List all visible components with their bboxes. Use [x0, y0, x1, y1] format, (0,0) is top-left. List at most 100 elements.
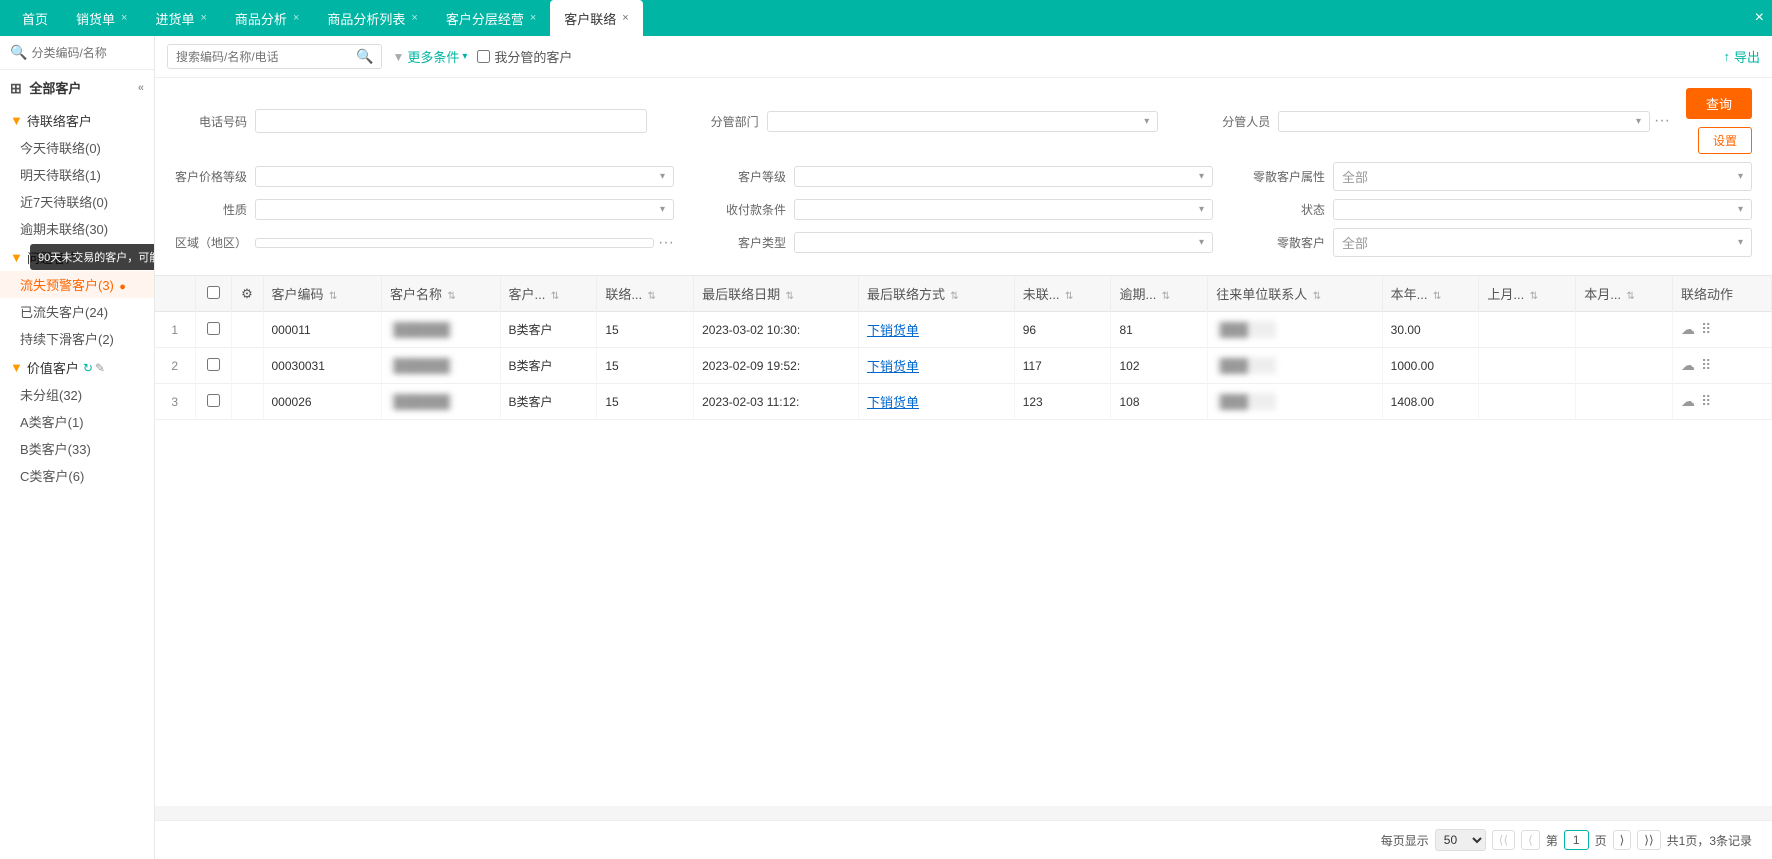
th-this-month[interactable]: 本月... ⇅ — [1576, 276, 1673, 312]
tab-close-product-list[interactable]: × — [411, 12, 417, 24]
per-page-select[interactable]: 50 100 200 — [1435, 829, 1486, 851]
refresh-icon[interactable]: ↻ — [83, 361, 93, 375]
next-page-btn[interactable]: ⟩ — [1613, 830, 1632, 850]
phone-input[interactable] — [255, 109, 647, 133]
filter-search-box: 🔍 — [167, 44, 382, 69]
th-overdue[interactable]: 逾期... ⇅ — [1111, 276, 1208, 312]
window-close-btn[interactable]: × — [1755, 9, 1764, 27]
action-icons-2: ☁ ⠿ — [1681, 357, 1763, 374]
zero-cust-select[interactable]: 全部 ▾ — [1333, 228, 1752, 257]
row-checkbox-1[interactable] — [207, 322, 220, 335]
last-way-link-3[interactable]: 下销货单 — [867, 395, 919, 410]
filter-search-icon[interactable]: 🔍 — [356, 48, 373, 65]
action-contact-icon-3[interactable]: ☁ — [1681, 393, 1695, 410]
export-btn[interactable]: ↑ 导出 — [1723, 47, 1760, 66]
tab-product-analysis[interactable]: 商品分析 × — [221, 0, 313, 36]
sidebar-search-input[interactable] — [31, 46, 155, 60]
row-checkbox-3[interactable] — [207, 394, 220, 407]
price-level-select[interactable]: ▾ — [255, 166, 674, 187]
tab-close-sales[interactable]: × — [121, 12, 127, 24]
sidebar-item-churned[interactable]: 已流失客户(24) — [0, 298, 154, 325]
dept-select[interactable]: ▾ — [767, 111, 1159, 132]
th-contact[interactable]: 联络... ⇅ — [597, 276, 694, 312]
h-scrollbar[interactable] — [155, 806, 1772, 820]
sidebar-all-customers[interactable]: ⊞ 全部客户 « — [0, 70, 154, 105]
th-code[interactable]: 客户编码 ⇅ — [263, 276, 382, 312]
row-overdue-3: 108 — [1111, 384, 1208, 420]
tab-sales-order[interactable]: 销货单 × — [62, 0, 141, 36]
th-unit-contact[interactable]: 往来单位联系人 ⇅ — [1208, 276, 1382, 312]
tab-customer-segment[interactable]: 客户分层经营 × — [432, 0, 550, 36]
th-type[interactable]: 客户... ⇅ — [500, 276, 597, 312]
row-this-month-1 — [1576, 312, 1673, 348]
sidebar-item-7days[interactable]: 近7天待联络(0) — [0, 188, 154, 215]
tab-close-segment[interactable]: × — [530, 12, 536, 24]
edit-icon[interactable]: ✎ — [95, 361, 105, 375]
person-dots[interactable]: ··· — [1654, 112, 1670, 130]
status-select[interactable]: ▾ — [1333, 199, 1752, 220]
my-customers-checkbox-label[interactable]: 我分管的客户 — [477, 47, 572, 66]
sidebar-item-tomorrow[interactable]: 明天待联络(1) — [0, 161, 154, 188]
sidebar-item-churn-warning[interactable]: 流失预警客户(3) ● — [0, 271, 154, 298]
more-conditions-btn[interactable]: ▼ 更多条件 ▾ — [392, 47, 467, 66]
prev-page-btn[interactable]: ⟨ — [1521, 830, 1540, 850]
tab-home[interactable]: 首页 — [8, 0, 62, 36]
gender-select[interactable]: ▾ — [255, 199, 674, 220]
last-way-link-1[interactable]: 下销货单 — [867, 323, 919, 338]
filter-search-input[interactable] — [176, 50, 356, 64]
collapse-icon: « — [138, 82, 144, 94]
th-last-date[interactable]: 最后联络日期 ⇅ — [694, 276, 859, 312]
sort-icon-last-way: ⇅ — [950, 291, 958, 302]
grid-icon: ⊞ — [10, 80, 22, 96]
cust-level-select[interactable]: ▾ — [794, 166, 1213, 187]
sidebar-item-declining[interactable]: 持续下滑客户(2) — [0, 325, 154, 352]
action-contact-icon-1[interactable]: ☁ — [1681, 321, 1695, 338]
cust-type-select[interactable]: ▾ — [794, 232, 1213, 253]
tab-close-product-analysis[interactable]: × — [293, 12, 299, 24]
price-level-field: 客户价格等级 ▾ — [175, 166, 674, 187]
sidebar-item-a-class[interactable]: A类客户(1) — [0, 408, 154, 435]
row-last-date-2: 2023-02-09 19:52: — [694, 348, 859, 384]
tab-purchase-order[interactable]: 进货单 × — [141, 0, 220, 36]
sidebar-group-value[interactable]: ▼ 价值客户 ↻ ✎ — [0, 352, 154, 381]
th-last-month[interactable]: 上月... ⇅ — [1479, 276, 1576, 312]
last-page-btn[interactable]: ⟩⟩ — [1637, 830, 1660, 850]
th-this-year[interactable]: 本年... ⇅ — [1382, 276, 1479, 312]
settings-btn[interactable]: 设置 — [1698, 127, 1752, 154]
th-name[interactable]: 客户名称 ⇅ — [382, 276, 501, 312]
query-btn[interactable]: 查询 — [1686, 88, 1752, 119]
person-select[interactable]: ▾ — [1278, 111, 1650, 132]
payment-select[interactable]: ▾ — [794, 199, 1213, 220]
action-more-icon-2[interactable]: ⠿ — [1701, 357, 1711, 374]
region-field: 区域（地区） ··· — [175, 234, 674, 252]
sidebar-item-today[interactable]: 今天待联络(0) — [0, 134, 154, 161]
my-customers-checkbox[interactable] — [477, 50, 490, 63]
select-all-checkbox[interactable] — [207, 286, 220, 299]
tab-customer-contact[interactable]: 客户联络 × — [550, 0, 642, 36]
region-dots[interactable]: ··· — [658, 234, 674, 252]
sidebar-item-ungrouped[interactable]: 未分组(32) — [0, 381, 154, 408]
sidebar-group-problem[interactable]: ▼ 问题客户 — [0, 242, 154, 271]
th-settings[interactable]: ⚙ — [231, 276, 263, 312]
action-more-icon-3[interactable]: ⠿ — [1701, 393, 1711, 410]
content-area: 🔍 ▼ 更多条件 ▾ 我分管的客户 ↑ 导出 — [155, 36, 1772, 859]
sort-icon-no-contact: ⇅ — [1065, 291, 1073, 302]
last-way-link-2[interactable]: 下销货单 — [867, 359, 919, 374]
row-name-1: ██████ — [382, 312, 501, 348]
sidebar-group-pending[interactable]: ▼ 待联络客户 — [0, 105, 154, 134]
sidebar-item-overdue[interactable]: 逾期未联络(30) — [0, 215, 154, 242]
action-more-icon-1[interactable]: ⠿ — [1701, 321, 1711, 338]
first-page-btn[interactable]: ⟨⟨ — [1492, 830, 1515, 850]
sidebar-item-b-class[interactable]: B类客户(33) — [0, 435, 154, 462]
th-no-contact[interactable]: 未联... ⇅ — [1014, 276, 1111, 312]
region-select[interactable] — [255, 238, 654, 248]
row-checkbox-2[interactable] — [207, 358, 220, 371]
action-contact-icon-2[interactable]: ☁ — [1681, 357, 1695, 374]
tab-close-contact[interactable]: × — [622, 12, 628, 24]
adv-filter-panel: 电话号码 分管部门 ▾ 分管人员 ▾ — [155, 78, 1772, 276]
sidebar-item-c-class[interactable]: C类客户(6) — [0, 462, 154, 489]
tab-close-purchase[interactable]: × — [200, 12, 206, 24]
th-last-way[interactable]: 最后联络方式 ⇅ — [858, 276, 1014, 312]
tab-product-analysis-list[interactable]: 商品分析列表 × — [313, 0, 431, 36]
zero-attr-select[interactable]: 全部 ▾ — [1333, 162, 1752, 191]
